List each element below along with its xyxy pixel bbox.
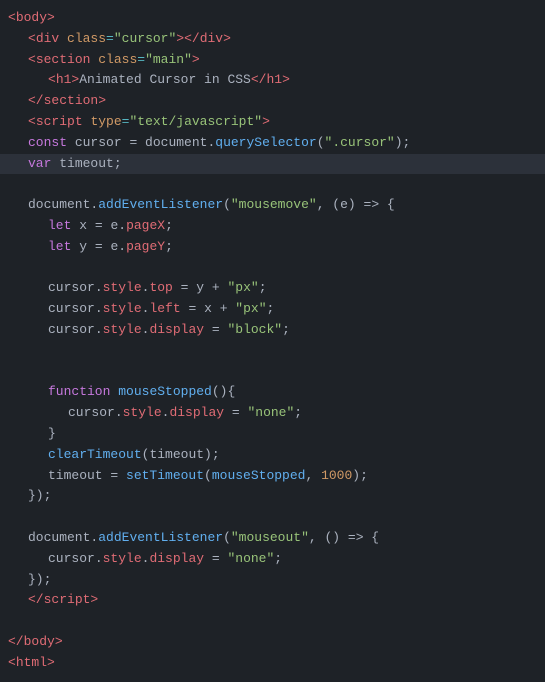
code-line-13: [0, 258, 545, 279]
code-line-32: <html>: [0, 653, 545, 674]
code-line-25: [0, 507, 545, 528]
code-line-4: <h1>Animated Cursor in CSS</h1>: [0, 70, 545, 91]
code-line-27: cursor.style.display = "none";: [0, 549, 545, 570]
code-line-2: <div class="cursor"></div>: [0, 29, 545, 50]
code-line-29: </script>: [0, 590, 545, 611]
code-line-26: document.addEventListener("mouseout", ()…: [0, 528, 545, 549]
code-line-30: [0, 611, 545, 632]
code-line-21: }: [0, 424, 545, 445]
code-line-31: </body>: [0, 632, 545, 653]
code-line-20: cursor.style.display = "none";: [0, 403, 545, 424]
code-line-5: </section>: [0, 91, 545, 112]
code-line-8: var timeout;: [0, 154, 545, 175]
code-line-7: const cursor = document.querySelector(".…: [0, 133, 545, 154]
code-line-19: function mouseStopped(){: [0, 382, 545, 403]
code-line-17: [0, 341, 545, 362]
code-line-22: clearTimeout(timeout);: [0, 445, 545, 466]
code-line-6: <script type="text/javascript">: [0, 112, 545, 133]
code-line-16: cursor.style.display = "block";: [0, 320, 545, 341]
code-line-23: timeout = setTimeout(mouseStopped, 1000)…: [0, 466, 545, 487]
code-line-18: [0, 362, 545, 383]
code-line-3: <section class="main">: [0, 50, 545, 71]
code-line-11: let x = e.pageX;: [0, 216, 545, 237]
code-line-12: let y = e.pageY;: [0, 237, 545, 258]
code-line-28: });: [0, 570, 545, 591]
code-line-10: document.addEventListener("mousemove", (…: [0, 195, 545, 216]
code-line-24: });: [0, 486, 545, 507]
code-line-14: cursor.style.top = y + "px";: [0, 278, 545, 299]
code-line-15: cursor.style.left = x + "px";: [0, 299, 545, 320]
code-line-1: <body>: [0, 8, 545, 29]
code-line-9: [0, 174, 545, 195]
code-editor: <body><div class="cursor"></div><section…: [0, 0, 545, 682]
